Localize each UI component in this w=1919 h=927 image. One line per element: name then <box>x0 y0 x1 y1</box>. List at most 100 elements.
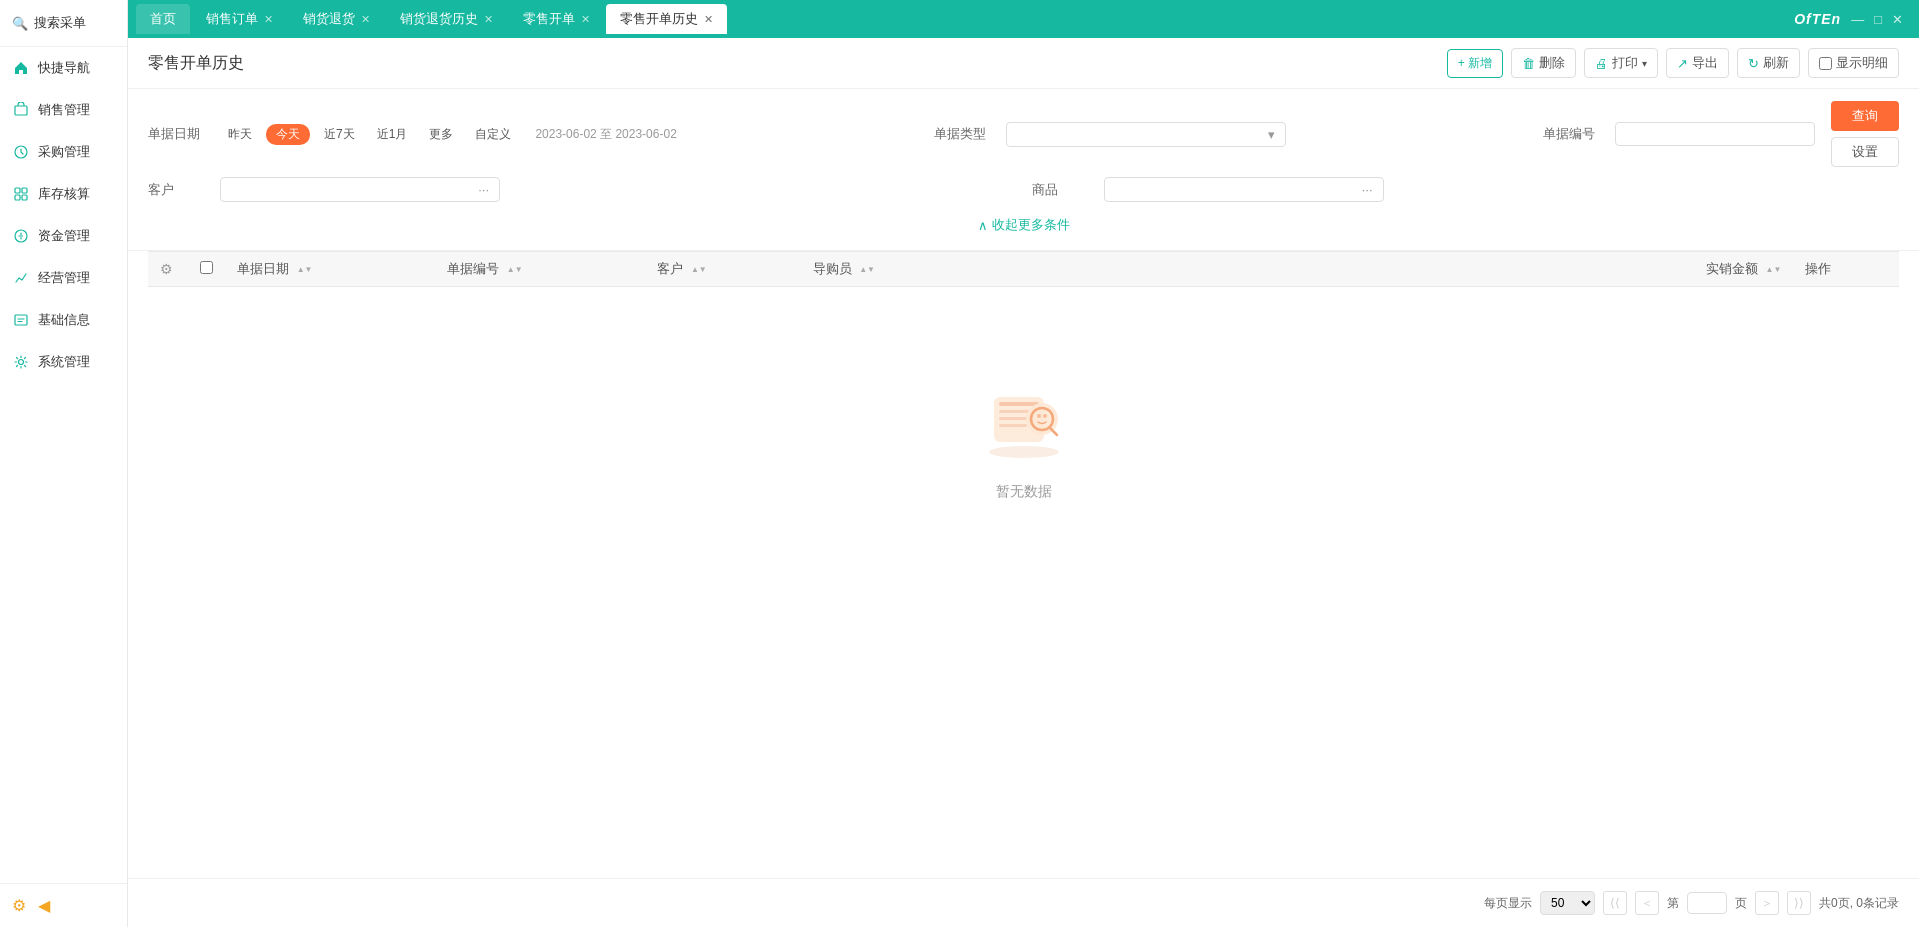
tab-sales-return[interactable]: 销货退货 ✕ <box>289 4 384 34</box>
tab-sales-return-history-label: 销货退货历史 <box>400 10 478 28</box>
type-select[interactable]: ▾ <box>1006 122 1286 147</box>
sidebar-item-label: 销售管理 <box>38 101 90 119</box>
delete-button[interactable]: 🗑 删除 <box>1511 48 1576 78</box>
page-input[interactable]: 1 <box>1687 892 1727 914</box>
sidebar-item-quick-nav[interactable]: 快捷导航 <box>0 47 127 89</box>
last-page-button[interactable]: ⟩⟩ <box>1787 891 1811 915</box>
sort-number-icon[interactable]: ▲▼ <box>507 265 523 274</box>
tab-sales-return-history-close[interactable]: ✕ <box>484 13 493 26</box>
data-table: ⚙ 单据日期 ▲▼ 单据编号 ▲▼ <box>148 251 1899 287</box>
sidebar-item-purchase-mgmt[interactable]: 采购管理 <box>0 131 127 173</box>
close-window-icon[interactable]: ✕ <box>1892 12 1903 27</box>
doc-num-input[interactable] <box>1615 122 1815 146</box>
query-button[interactable]: 查询 <box>1831 101 1899 131</box>
filter-settings-button[interactable]: 设置 <box>1831 137 1899 167</box>
sidebar-search[interactable]: 🔍 搜索采单 <box>0 0 127 47</box>
collapse-up-icon: ∧ <box>978 218 988 233</box>
col-customer: 客户 ▲▼ <box>645 252 800 287</box>
purchase-icon <box>12 143 30 161</box>
tab-sales-return-close[interactable]: ✕ <box>361 13 370 26</box>
tab-retail-history[interactable]: 零售开单历史 ✕ <box>606 4 727 34</box>
settings-gear-icon[interactable]: ⚙ <box>12 896 26 915</box>
page-size-select[interactable]: 50 10 20 100 <box>1540 891 1595 915</box>
col-customer-label: 客户 <box>657 261 683 276</box>
svg-rect-11 <box>999 410 1031 413</box>
refresh-icon: ↻ <box>1748 56 1759 71</box>
col-settings: ⚙ <box>148 252 188 287</box>
sidebar: 🔍 搜索采单 快捷导航 销售管理 采购管理 库存核算 资金管理 <box>0 0 128 927</box>
date-btn-custom[interactable]: 自定义 <box>467 124 519 145</box>
filter-area: 单据日期 昨天 今天 近7天 近1月 更多 自定义 2023-06-02 至 2… <box>128 89 1919 251</box>
sort-customer-icon[interactable]: ▲▼ <box>691 265 707 274</box>
table-settings-icon[interactable]: ⚙ <box>160 261 173 277</box>
sidebar-item-label: 库存核算 <box>38 185 90 203</box>
collapse-filter-button[interactable]: ∧ 收起更多条件 <box>966 212 1082 238</box>
tab-sales-order[interactable]: 销售订单 ✕ <box>192 4 287 34</box>
date-btn-more[interactable]: 更多 <box>421 124 461 145</box>
tab-retail-history-label: 零售开单历史 <box>620 10 698 28</box>
export-button[interactable]: ↗ 导出 <box>1666 48 1729 78</box>
col-amount-label: 实销金额 <box>1706 261 1758 276</box>
print-icon: 🖨 <box>1595 56 1608 71</box>
date-btn-last30[interactable]: 近1月 <box>369 124 416 145</box>
svg-point-8 <box>989 446 1059 458</box>
sidebar-item-operations[interactable]: 经营管理 <box>0 257 127 299</box>
collapse-sidebar-icon[interactable]: ◀ <box>38 896 50 915</box>
tab-retail-history-close[interactable]: ✕ <box>704 13 713 26</box>
tab-home[interactable]: 首页 <box>136 4 190 34</box>
col-amount: 实销金额 ▲▼ <box>1583 252 1793 287</box>
tab-sales-return-history[interactable]: 销货退货历史 ✕ <box>386 4 507 34</box>
customer-select[interactable]: ··· <box>220 177 500 202</box>
home-icon <box>12 59 30 77</box>
print-button[interactable]: 🖨 打印 ▾ <box>1584 48 1658 78</box>
col-salesperson-label: 导购员 <box>813 261 852 276</box>
maximize-icon[interactable]: □ <box>1874 12 1882 27</box>
tab-retail-open[interactable]: 零售开单 ✕ <box>509 4 604 34</box>
svg-point-7 <box>19 360 24 365</box>
svg-rect-3 <box>22 188 27 193</box>
date-label: 单据日期 <box>148 125 204 143</box>
sidebar-item-sales-mgmt[interactable]: 销售管理 <box>0 89 127 131</box>
minimize-icon[interactable]: — <box>1851 12 1864 27</box>
select-all-checkbox[interactable] <box>200 261 213 274</box>
svg-rect-0 <box>15 106 27 115</box>
page-content: 零售开单历史 + 新增 🗑 删除 🖨 打印 ▾ ↗ 导出 ↻ 刷新 显示明细 <box>128 38 1919 927</box>
add-button[interactable]: + 新增 <box>1447 49 1503 78</box>
sidebar-item-sys-mgmt[interactable]: 系统管理 <box>0 341 127 383</box>
prev-page-button[interactable]: ＜ <box>1635 891 1659 915</box>
page-word: 页 <box>1735 895 1747 912</box>
display-detail-label: 显示明细 <box>1836 54 1888 72</box>
col-number-label: 单据编号 <box>447 261 499 276</box>
delete-label: 删除 <box>1539 54 1565 72</box>
col-spacer <box>983 252 1583 287</box>
svg-rect-5 <box>22 195 27 200</box>
tab-retail-open-label: 零售开单 <box>523 10 575 28</box>
col-date: 单据日期 ▲▼ <box>225 252 435 287</box>
date-btn-yesterday[interactable]: 昨天 <box>220 124 260 145</box>
goods-select[interactable]: ··· <box>1104 177 1384 202</box>
svg-rect-2 <box>15 188 20 193</box>
sidebar-item-inventory[interactable]: 库存核算 <box>0 173 127 215</box>
svg-point-17 <box>1037 414 1041 418</box>
date-range-display: 2023-06-02 至 2023-06-02 <box>535 126 676 143</box>
svg-rect-4 <box>15 195 20 200</box>
tab-sales-order-close[interactable]: ✕ <box>264 13 273 26</box>
first-page-button[interactable]: ⟨⟨ <box>1603 891 1627 915</box>
tab-retail-open-close[interactable]: ✕ <box>581 13 590 26</box>
sidebar-item-label: 资金管理 <box>38 227 90 245</box>
operations-icon <box>12 269 30 287</box>
display-detail-button[interactable]: 显示明细 <box>1808 48 1899 78</box>
display-detail-checkbox[interactable] <box>1819 57 1832 70</box>
sidebar-item-finance[interactable]: 资金管理 <box>0 215 127 257</box>
refresh-button[interactable]: ↻ 刷新 <box>1737 48 1800 78</box>
sort-amount-icon[interactable]: ▲▼ <box>1765 265 1781 274</box>
date-btn-today[interactable]: 今天 <box>266 124 310 145</box>
date-btn-last7[interactable]: 近7天 <box>316 124 363 145</box>
finance-icon <box>12 227 30 245</box>
sidebar-item-base-info[interactable]: 基础信息 <box>0 299 127 341</box>
sort-salesperson-icon[interactable]: ▲▼ <box>859 265 875 274</box>
col-operation: 操作 <box>1793 252 1899 287</box>
next-page-button[interactable]: ＞ <box>1755 891 1779 915</box>
sort-date-icon[interactable]: ▲▼ <box>297 265 313 274</box>
sidebar-item-label: 经营管理 <box>38 269 90 287</box>
